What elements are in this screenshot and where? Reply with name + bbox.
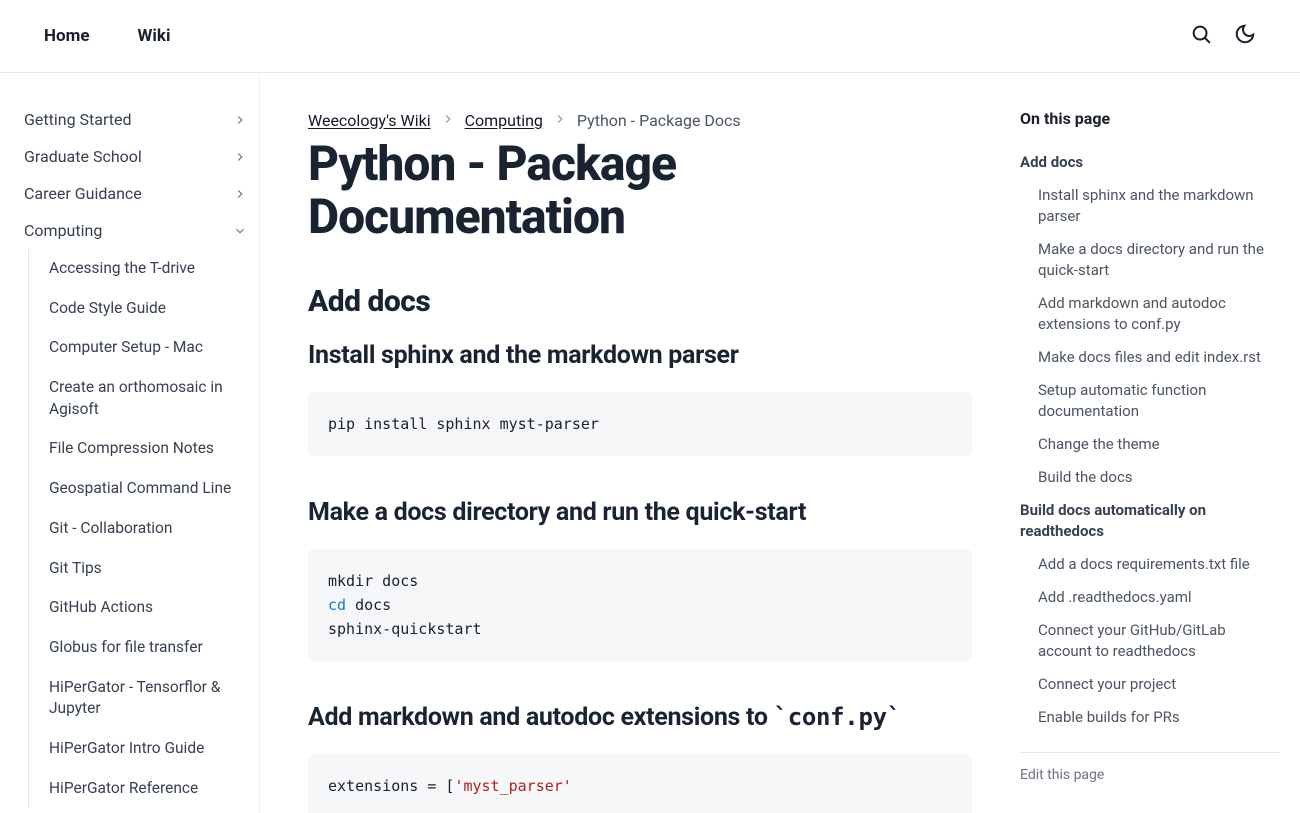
- toc-item[interactable]: Add .readthedocs.yaml: [1020, 581, 1280, 614]
- code-text: pip install sphinx myst-parser: [328, 415, 599, 433]
- sidebar-item-create-an-orthomosaic-in-agisoft[interactable]: Create an orthomosaic in Agisoft: [49, 368, 259, 429]
- toc-item[interactable]: Add markdown and autodoc extensions to c…: [1020, 287, 1280, 341]
- edit-page-link[interactable]: Edit this page: [1020, 767, 1280, 783]
- sidebar-item-career-guidance[interactable]: Career Guidance: [24, 175, 259, 212]
- breadcrumb-current: Python - Package Docs: [577, 111, 741, 130]
- toc-item[interactable]: Make a docs directory and run the quick-…: [1020, 233, 1280, 287]
- heading-text: Add markdown and autodoc extensions to: [308, 703, 774, 732]
- search-icon[interactable]: [1190, 23, 1212, 49]
- toc-title: On this page: [1020, 109, 1280, 128]
- sidebar-item-hipergator-tensorflor-jupyter[interactable]: HiPerGator - Tensorflor & Jupyter: [49, 668, 259, 729]
- sidebar-item-label: Career Guidance: [24, 184, 142, 203]
- nav-home[interactable]: Home: [44, 26, 90, 46]
- sidebar-item-code-style-guide[interactable]: Code Style Guide: [49, 289, 259, 329]
- heading-make-docs-dir: Make a docs directory and run the quick-…: [308, 498, 972, 527]
- sidebar-item-geospatial-command-line[interactable]: Geospatial Command Line: [49, 469, 259, 509]
- toc-item[interactable]: Make docs files and edit index.rst: [1020, 341, 1280, 374]
- toc-item[interactable]: Build docs automatically on readthedocs: [1020, 494, 1280, 548]
- sidebar: Getting Started Graduate School Career Gui…: [0, 73, 260, 813]
- chevron-right-icon: [233, 187, 247, 201]
- breadcrumb: Weecology's Wiki Computing Python - Pack…: [308, 111, 972, 130]
- heading-install-sphinx: Install sphinx and the markdown parser: [308, 341, 972, 370]
- sidebar-item-graduate-school[interactable]: Graduate School: [24, 138, 259, 175]
- chevron-right-icon: [553, 111, 567, 130]
- sidebar-item-label: Graduate School: [24, 147, 142, 166]
- sidebar-item-hipergator-reference[interactable]: HiPerGator Reference: [49, 769, 259, 809]
- layout: Getting Started Graduate School Career Gui…: [0, 73, 1300, 813]
- nav-wiki[interactable]: Wiki: [138, 26, 171, 46]
- sidebar-item-git-tips[interactable]: Git Tips: [49, 549, 259, 589]
- toc-item[interactable]: Change the theme: [1020, 428, 1280, 461]
- header: Home Wiki: [0, 0, 1300, 73]
- chevron-right-icon: [233, 150, 247, 164]
- toc-item[interactable]: Setup automatic function documentation: [1020, 374, 1280, 428]
- toc-item[interactable]: Add docs: [1020, 146, 1280, 179]
- header-icons: [1190, 23, 1256, 49]
- page-title: Python - Package Documentation: [308, 138, 972, 244]
- sidebar-item-file-compression-notes[interactable]: File Compression Notes: [49, 429, 259, 469]
- code-block-pip-install: pip install sphinx myst-parser: [308, 392, 972, 456]
- header-nav: Home Wiki: [44, 26, 170, 46]
- theme-toggle-icon[interactable]: [1234, 23, 1256, 49]
- code-keyword: cd: [328, 596, 346, 614]
- breadcrumb-root[interactable]: Weecology's Wiki: [308, 111, 431, 130]
- code-text: mkdir docs: [328, 572, 418, 590]
- sidebar-item-computer-setup-mac[interactable]: Computer Setup - Mac: [49, 328, 259, 368]
- sidebar-computing-children: Accessing the T-driveCode Style GuideCom…: [28, 249, 259, 808]
- code-block-extensions: extensions = ['myst_parser': [308, 754, 972, 813]
- toc-item[interactable]: Connect your GitHub/GitLab account to re…: [1020, 614, 1280, 668]
- toc-item[interactable]: Add a docs requirements.txt file: [1020, 548, 1280, 581]
- chevron-right-icon: [233, 113, 247, 127]
- toc-item[interactable]: Build the docs: [1020, 461, 1280, 494]
- toc-item[interactable]: Enable builds for PRs: [1020, 701, 1280, 734]
- chevron-right-icon: [441, 111, 455, 130]
- sidebar-item-label: Getting Started: [24, 110, 132, 129]
- main-content: Weecology's Wiki Computing Python - Pack…: [260, 73, 1020, 813]
- sidebar-item-computing[interactable]: Computing: [24, 212, 259, 249]
- sidebar-item-accessing-the-t-drive[interactable]: Accessing the T-drive: [49, 249, 259, 289]
- sidebar-item-github-actions[interactable]: GitHub Actions: [49, 588, 259, 628]
- toc-item[interactable]: Connect your project: [1020, 668, 1280, 701]
- sidebar-item-hipergator-intro-guide[interactable]: HiPerGator Intro Guide: [49, 729, 259, 769]
- heading-conf-py: Add markdown and autodoc extensions to `…: [308, 703, 972, 732]
- code-block-mkdir: mkdir docs cd docs sphinx-quickstart: [308, 549, 972, 661]
- code-text: sphinx-quickstart: [328, 620, 482, 638]
- sidebar-item-git-collaboration[interactable]: Git - Collaboration: [49, 509, 259, 549]
- code-text: docs: [346, 596, 391, 614]
- code-string: 'myst_parser': [454, 777, 571, 795]
- heading-code: `conf.py`: [774, 703, 901, 731]
- chevron-down-icon: [233, 224, 247, 238]
- toc-item[interactable]: Install sphinx and the markdown parser: [1020, 179, 1280, 233]
- toc-divider: [1020, 752, 1280, 753]
- code-text: extensions = [: [328, 777, 454, 795]
- sidebar-item-label: Computing: [24, 221, 102, 240]
- sidebar-item-globus-for-file-transfer[interactable]: Globus for file transfer: [49, 628, 259, 668]
- table-of-contents: On this page Add docsInstall sphinx and …: [1020, 73, 1300, 813]
- heading-add-docs: Add docs: [308, 284, 972, 319]
- breadcrumb-section[interactable]: Computing: [465, 111, 543, 130]
- sidebar-item-getting-started[interactable]: Getting Started: [24, 101, 259, 138]
